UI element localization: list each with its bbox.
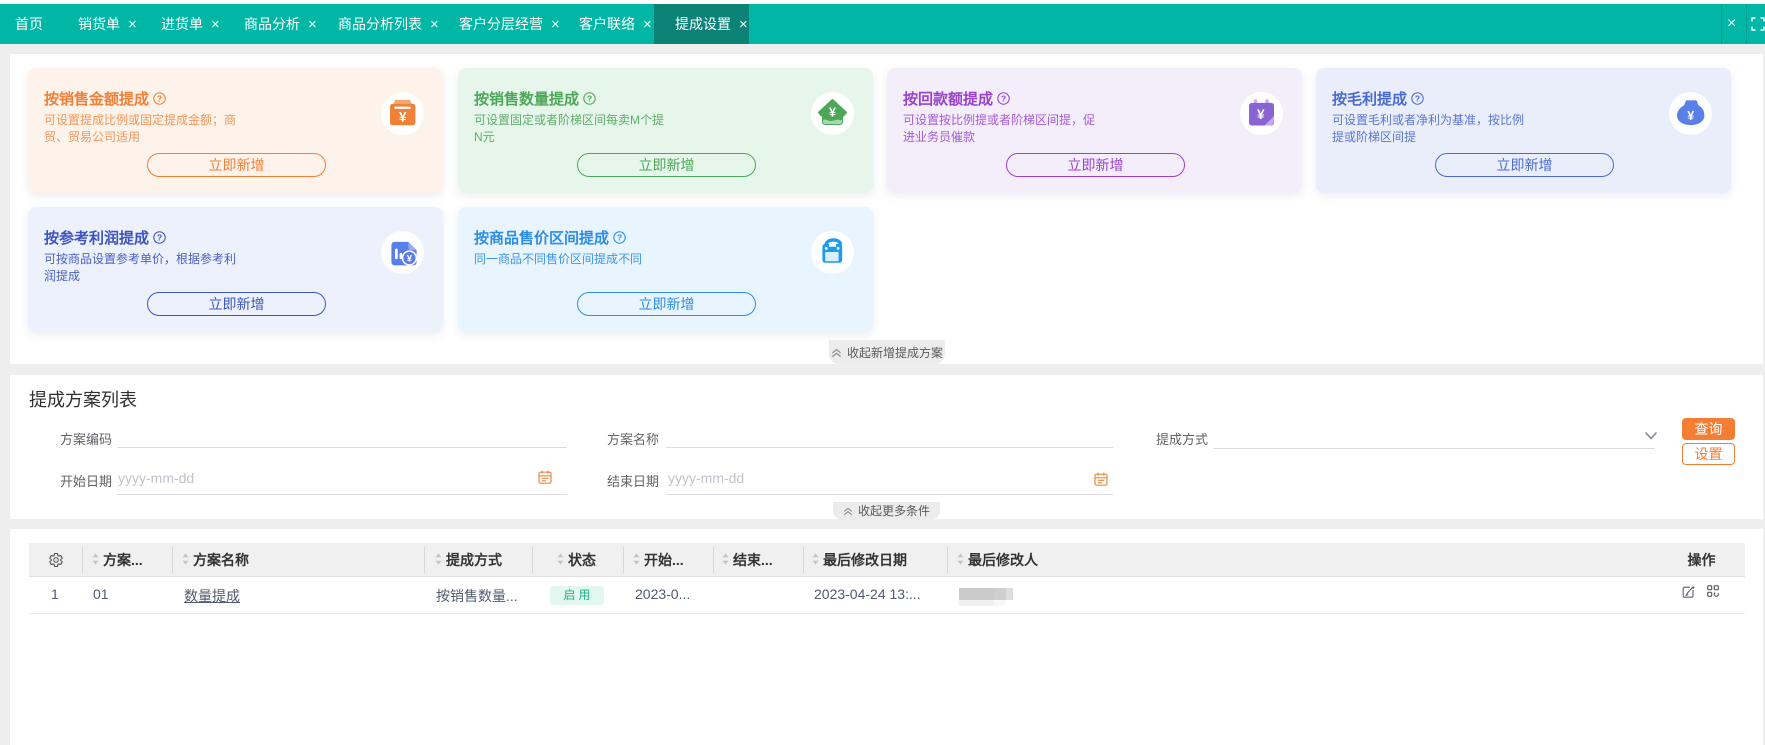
svg-text:?: ? [157, 94, 162, 104]
svg-text:?: ? [1415, 94, 1420, 104]
svg-text:?: ? [587, 94, 592, 104]
svg-text:?: ? [157, 233, 162, 243]
svg-text:¥: ¥ [1257, 107, 1265, 122]
svg-text:?: ? [617, 233, 622, 243]
svg-text:¥: ¥ [1687, 109, 1694, 123]
svg-text:?: ? [1001, 94, 1006, 104]
svg-text:¥: ¥ [829, 106, 836, 120]
svg-text:¥: ¥ [399, 110, 407, 125]
svg-text:¥: ¥ [407, 254, 413, 265]
